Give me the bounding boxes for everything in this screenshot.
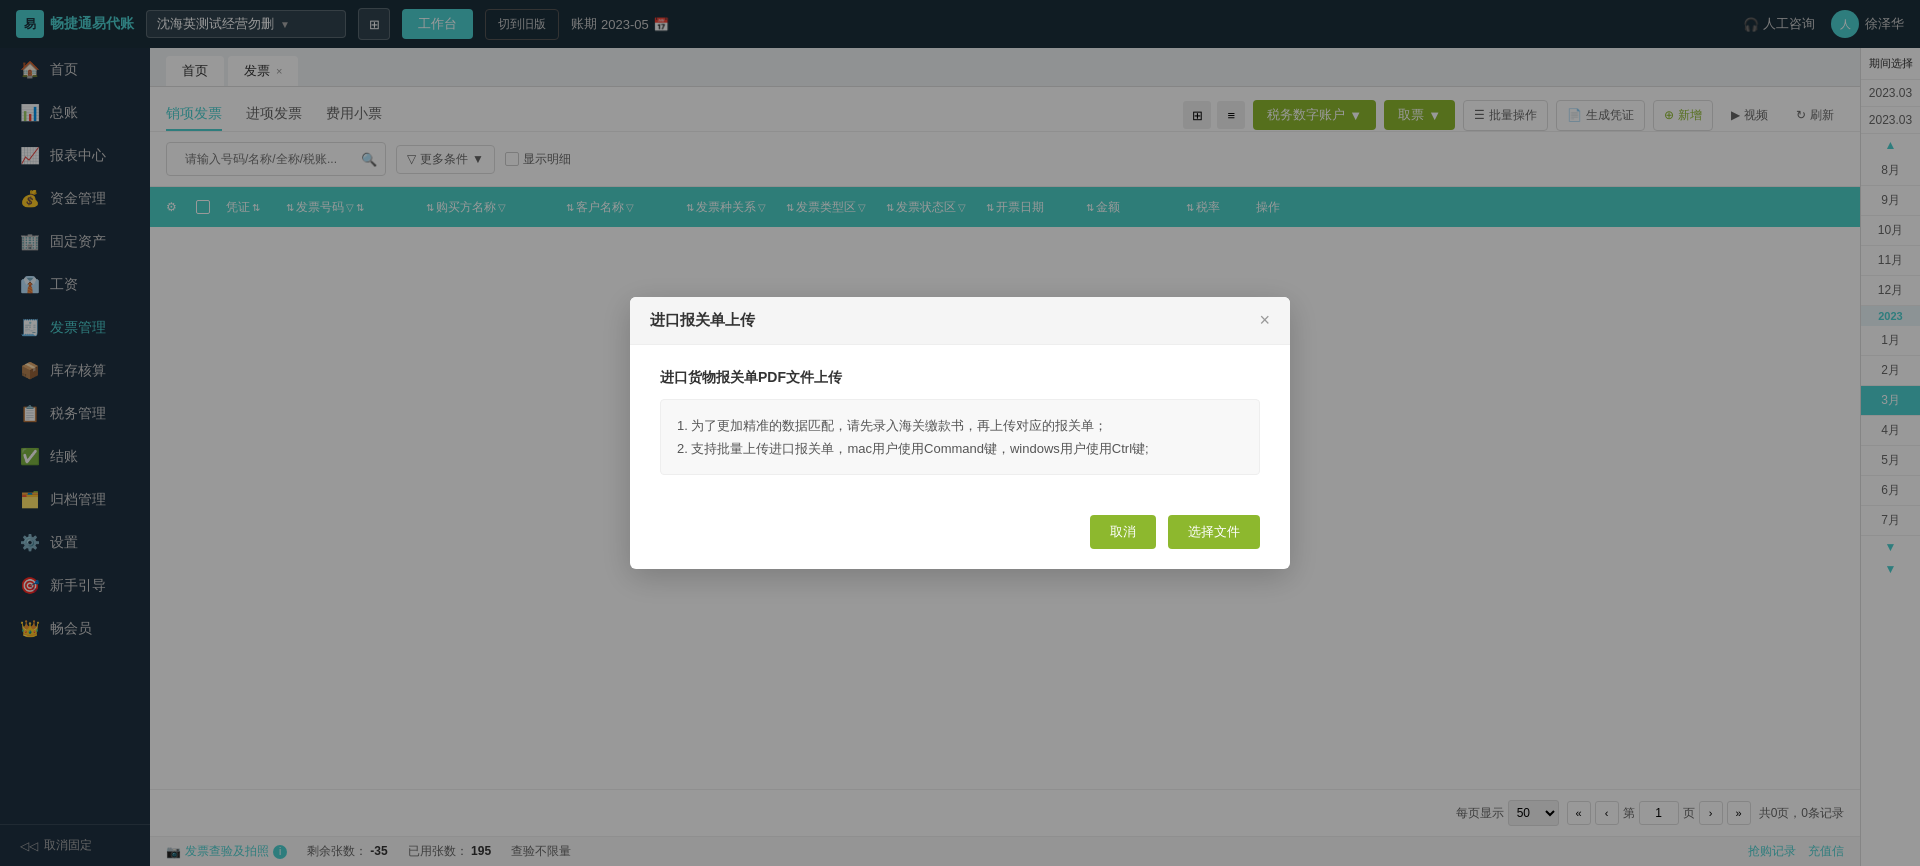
modal-select-file-btn[interactable]: 选择文件 <box>1168 515 1260 549</box>
modal-info-item-1: 1. 为了更加精准的数据匹配，请先录入海关缴款书，再上传对应的报关单； <box>677 414 1243 437</box>
modal-body: 进口货物报关单PDF文件上传 1. 为了更加精准的数据匹配，请先录入海关缴款书，… <box>630 345 1290 500</box>
import-customs-modal: 进口报关单上传 × 进口货物报关单PDF文件上传 1. 为了更加精准的数据匹配，… <box>630 297 1290 570</box>
modal-section-title: 进口货物报关单PDF文件上传 <box>660 369 1260 387</box>
modal-footer: 取消 选择文件 <box>630 499 1290 569</box>
modal-header: 进口报关单上传 × <box>630 297 1290 345</box>
modal-overlay[interactable]: 进口报关单上传 × 进口货物报关单PDF文件上传 1. 为了更加精准的数据匹配，… <box>0 0 1920 866</box>
modal-info-item-2: 2. 支持批量上传进口报关单，mac用户使用Command键，windows用户… <box>677 437 1243 460</box>
modal-cancel-btn[interactable]: 取消 <box>1090 515 1156 549</box>
modal-info-box: 1. 为了更加精准的数据匹配，请先录入海关缴款书，再上传对应的报关单； 2. 支… <box>660 399 1260 476</box>
modal-title: 进口报关单上传 <box>650 311 755 330</box>
modal-close-btn[interactable]: × <box>1259 311 1270 329</box>
